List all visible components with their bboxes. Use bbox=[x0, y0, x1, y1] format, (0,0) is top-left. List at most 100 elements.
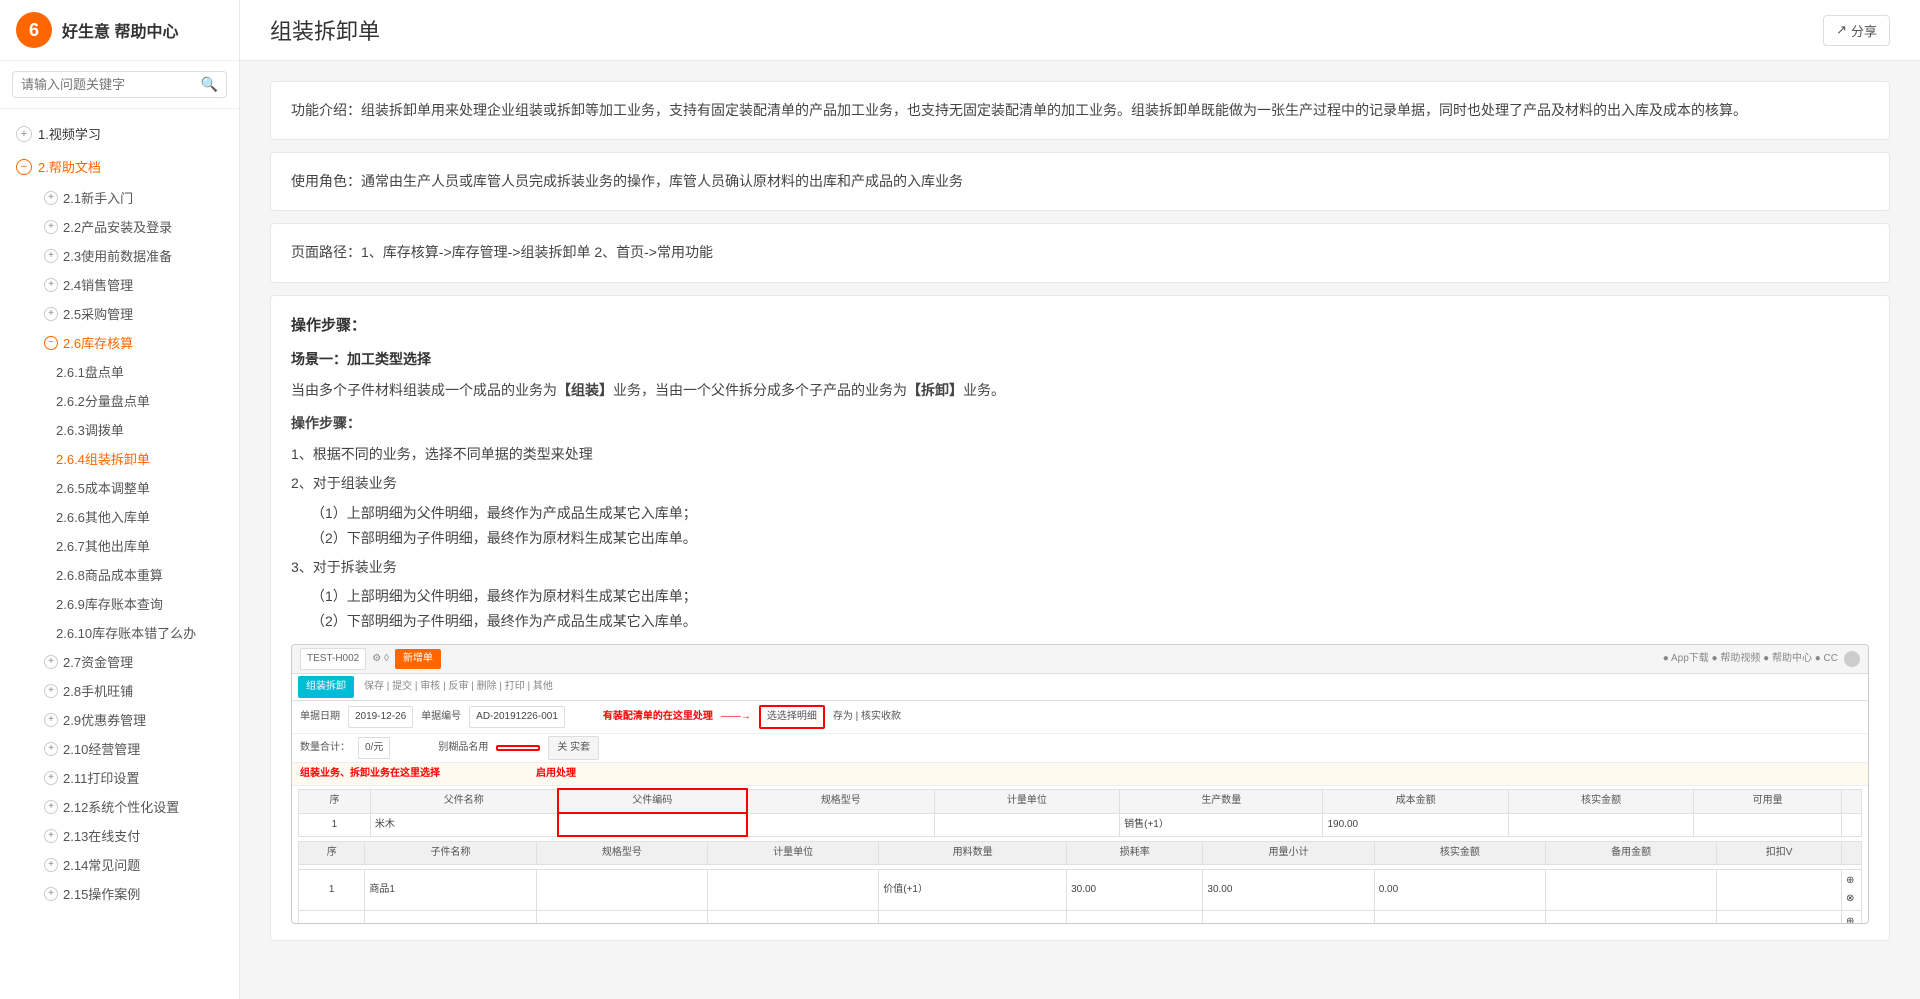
sidebar-item-label: 1.视频学习 bbox=[38, 124, 101, 143]
collapse-icon: − bbox=[44, 336, 58, 350]
ops-steps-subtitle: 操作步骤： bbox=[291, 411, 1869, 436]
sidebar-item-cases: + 2.15操作案例 bbox=[36, 879, 239, 908]
screenshot-table2: 序 子件名称 规格型号 计量单位 用料数量 损耗率 用量小计 核实金额 备用金额 bbox=[298, 841, 1862, 924]
sidebar-item-dataprep: + 2.3使用前数据准备 bbox=[36, 241, 239, 270]
sidebar-leaf-transfer[interactable]: 2.6.3调拨单 bbox=[36, 415, 239, 444]
sidebar-item-label: 2.6库存核算 bbox=[63, 333, 133, 352]
expand-icon: + bbox=[44, 307, 58, 321]
search-input[interactable] bbox=[21, 77, 201, 92]
sidebar-sub-items: 2.6.1盘点单 2.6.2分量盘点单 2.6.3调拨单 2.6.4组装拆卸单 … bbox=[36, 357, 239, 647]
expand-icon: + bbox=[44, 220, 58, 234]
sidebar-item-label: 2.2产品安装及登录 bbox=[63, 217, 172, 236]
expand-icon: + bbox=[44, 191, 58, 205]
app-name: 好生意 帮助中心 bbox=[62, 18, 178, 42]
sidebar-item-purchase: + 2.5采购管理 bbox=[36, 299, 239, 328]
sidebar-leaf-otheroutbound[interactable]: 2.6.7其他出库单 bbox=[36, 531, 239, 560]
sidebar-leaf-costadjust[interactable]: 2.6.5成本调整单 bbox=[36, 473, 239, 502]
share-button[interactable]: ↗ 分享 bbox=[1823, 15, 1890, 46]
intro-text: 功能介绍：组装拆卸单用来处理企业组装或拆卸等加工业务，支持有固定装配清单的产品加… bbox=[291, 102, 1747, 118]
sidebar-item-helpdoc: − 2.帮助文档 + 2.1新手入门 + 2.2产品安装及登录 bbox=[0, 150, 239, 908]
expand-icon: + bbox=[44, 800, 58, 814]
sidebar-item-label: 2.1新手入门 bbox=[63, 188, 133, 207]
expand-icon: + bbox=[44, 742, 58, 756]
sidebar-item-label: 2.8手机旺铺 bbox=[63, 681, 133, 700]
sidebar-item-beginner: + 2.1新手入门 bbox=[36, 183, 239, 212]
sidebar-leaf-costrecalc[interactable]: 2.6.8商品成本重算 bbox=[36, 560, 239, 589]
screenshot-date-val: 2019-12-26 bbox=[348, 706, 413, 728]
sidebar-item-video: + 1.视频学习 bbox=[0, 117, 239, 150]
path-block: 页面路径：1、库存核算->库存管理->组装拆卸单 2、首页->常用功能 bbox=[270, 223, 1890, 282]
sidebar-item-inventory: − 2.6库存核算 2.6.1盘点单 2.6.2分量盘点单 2.6.3调拨单 2… bbox=[36, 328, 239, 647]
screenshot-num-val: AD-20191226-001 bbox=[469, 706, 565, 728]
steps-block: 操作步骤： 场景一：加工类型选择 当由多个子件材料组装成一个成品的业务为【组装】… bbox=[270, 295, 1890, 942]
ops-title: 操作步骤： bbox=[291, 312, 1869, 339]
screenshot-nav-icons: ⚙ ◊ bbox=[372, 650, 389, 668]
content-area: 功能介绍：组装拆卸单用来处理企业组装或拆卸等加工业务，支持有固定装配清单的产品加… bbox=[240, 61, 1920, 999]
sidebar-item-label: 2.15操作案例 bbox=[63, 884, 140, 903]
expand-icon: + bbox=[44, 887, 58, 901]
nav-list: + 1.视频学习 − 2.帮助文档 + 2.1新手入门 bbox=[0, 109, 239, 999]
scene1-desc: 当由多个子件材料组装成一个成品的业务为【组装】业务，当由一个父件拆分成多个子产品… bbox=[291, 378, 1869, 403]
expand-icon: + bbox=[44, 655, 58, 669]
screenshot-select-label: 别糊品名用 bbox=[438, 739, 488, 757]
sidebar-item-payment: + 2.13在线支付 bbox=[36, 821, 239, 850]
role-text: 使用角色：通常由生产人员或库管人员完成拆装业务的操作，库管人员确认原材料的出库和… bbox=[291, 173, 963, 189]
expand-icon: + bbox=[44, 684, 58, 698]
sidebar-item-label: 2.4销售管理 bbox=[63, 275, 133, 294]
expand-icon: + bbox=[44, 771, 58, 785]
sidebar-item-label: 2.10经营管理 bbox=[63, 739, 140, 758]
screenshot-num-label: 单据编号 bbox=[421, 708, 461, 726]
role-block: 使用角色：通常由生产人员或库管人员完成拆装业务的操作，库管人员确认原材料的出库和… bbox=[270, 152, 1890, 211]
screenshot-topright: ● App下载 ● 帮助视频 ● 帮助中心 ● CC bbox=[1663, 650, 1838, 668]
sidebar-item-print: + 2.11打印设置 bbox=[36, 763, 239, 792]
sidebar: 6 好生意 帮助中心 🔍 + 1.视频学习 − 2.帮助文档 bbox=[0, 0, 240, 999]
sidebar-item-label: 2.9优惠券管理 bbox=[63, 710, 146, 729]
sidebar-item-label: 2.7资金管理 bbox=[63, 652, 133, 671]
sidebar-leaf-partialstocktake[interactable]: 2.6.2分量盘点单 bbox=[36, 386, 239, 415]
search-area: 🔍 bbox=[0, 61, 239, 109]
step3-2: （2）下部明细为子件明细，最终作为产成品生成某它入库单。 bbox=[311, 609, 1869, 634]
sidebar-item-sales: + 2.4销售管理 bbox=[36, 270, 239, 299]
screenshot-image: TEST-H002 ⚙ ◊ 新增单 ● App下载 ● 帮助视频 ● 帮助中心 … bbox=[291, 644, 1869, 924]
sidebar-leaf-assembly[interactable]: 2.6.4组装拆卸单 bbox=[36, 444, 239, 473]
sidebar-item-label: 2.5采购管理 bbox=[63, 304, 133, 323]
screenshot-qty-val: 0/元 bbox=[358, 737, 390, 759]
step3-1: （1）上部明细为父件明细，最终作为原材料生成某它出库单； bbox=[311, 584, 1869, 609]
expand-icon: + bbox=[44, 858, 58, 872]
collapse-icon: − bbox=[16, 159, 32, 175]
sidebar-item-label: 2.11打印设置 bbox=[63, 768, 139, 787]
step3: 3、对于拆装业务 bbox=[291, 555, 1869, 580]
sidebar-item-label: 2.12系统个性化设置 bbox=[63, 797, 179, 816]
sidebar-item-label: 2.14常见问题 bbox=[63, 855, 140, 874]
sidebar-item-label: 2.3使用前数据准备 bbox=[63, 246, 172, 265]
sidebar-leaf-ledgererr[interactable]: 2.6.10库存账本错了么办 bbox=[36, 618, 239, 647]
page-title: 组装拆卸单 bbox=[270, 14, 380, 46]
step3-subs: （1）上部明细为父件明细，最终作为原材料生成某它出库单； （2）下部明细为子件明… bbox=[311, 584, 1869, 634]
logo-icon: 6 bbox=[16, 12, 52, 48]
arrow1-icon: ——→ bbox=[721, 708, 751, 726]
screenshot-annot3: 组装业务、拆卸业务在这里选择 bbox=[300, 765, 440, 783]
screenshot-qty-label: 数量合计： bbox=[300, 739, 350, 757]
expand-icon: + bbox=[44, 249, 58, 263]
step2-subs: （1）上部明细为父件明细，最终作为产成品生成某它入库单； （2）下部明细为子件明… bbox=[311, 501, 1869, 551]
screenshot-avatar bbox=[1844, 651, 1860, 667]
share-icon: ↗ bbox=[1836, 22, 1847, 38]
screenshot-url: TEST-H002 bbox=[300, 648, 366, 670]
sidebar-item-faq: + 2.14常见问题 bbox=[36, 850, 239, 879]
sidebar-leaf-ledgerquery[interactable]: 2.6.9库存账本查询 bbox=[36, 589, 239, 618]
screenshot-annot1: 有装配清单的在这里处理 bbox=[603, 708, 713, 726]
search-icon[interactable]: 🔍 bbox=[201, 76, 218, 93]
sidebar-sub-list: + 2.1新手入门 + 2.2产品安装及登录 + 2.3使用前数据准备 bbox=[0, 183, 239, 908]
sidebar-leaf-stocktake[interactable]: 2.6.1盘点单 bbox=[36, 357, 239, 386]
sidebar-leaf-otherinbound[interactable]: 2.6.6其他入库单 bbox=[36, 502, 239, 531]
path-text: 页面路径：1、库存核算->库存管理->组装拆卸单 2、首页->常用功能 bbox=[291, 244, 713, 260]
screenshot-table: 序 父件名称 父件编码 规格型号 计量单位 生产数量 成本金额 核实金额 可用量 bbox=[298, 788, 1862, 837]
sidebar-item-install: + 2.2产品安装及登录 bbox=[36, 212, 239, 241]
intro-block: 功能介绍：组装拆卸单用来处理企业组装或拆卸等加工业务，支持有固定装配清单的产品加… bbox=[270, 81, 1890, 140]
expand-icon: + bbox=[44, 278, 58, 292]
sidebar-item-ops: + 2.10经营管理 bbox=[36, 734, 239, 763]
screenshot-toolbar: 保存 | 提交 | 审核 | 反审 | 删除 | 打印 | 其他 bbox=[364, 678, 553, 696]
search-box[interactable]: 🔍 bbox=[12, 71, 227, 98]
screenshot-date-label: 单据日期 bbox=[300, 708, 340, 726]
expand-icon: + bbox=[44, 829, 58, 843]
